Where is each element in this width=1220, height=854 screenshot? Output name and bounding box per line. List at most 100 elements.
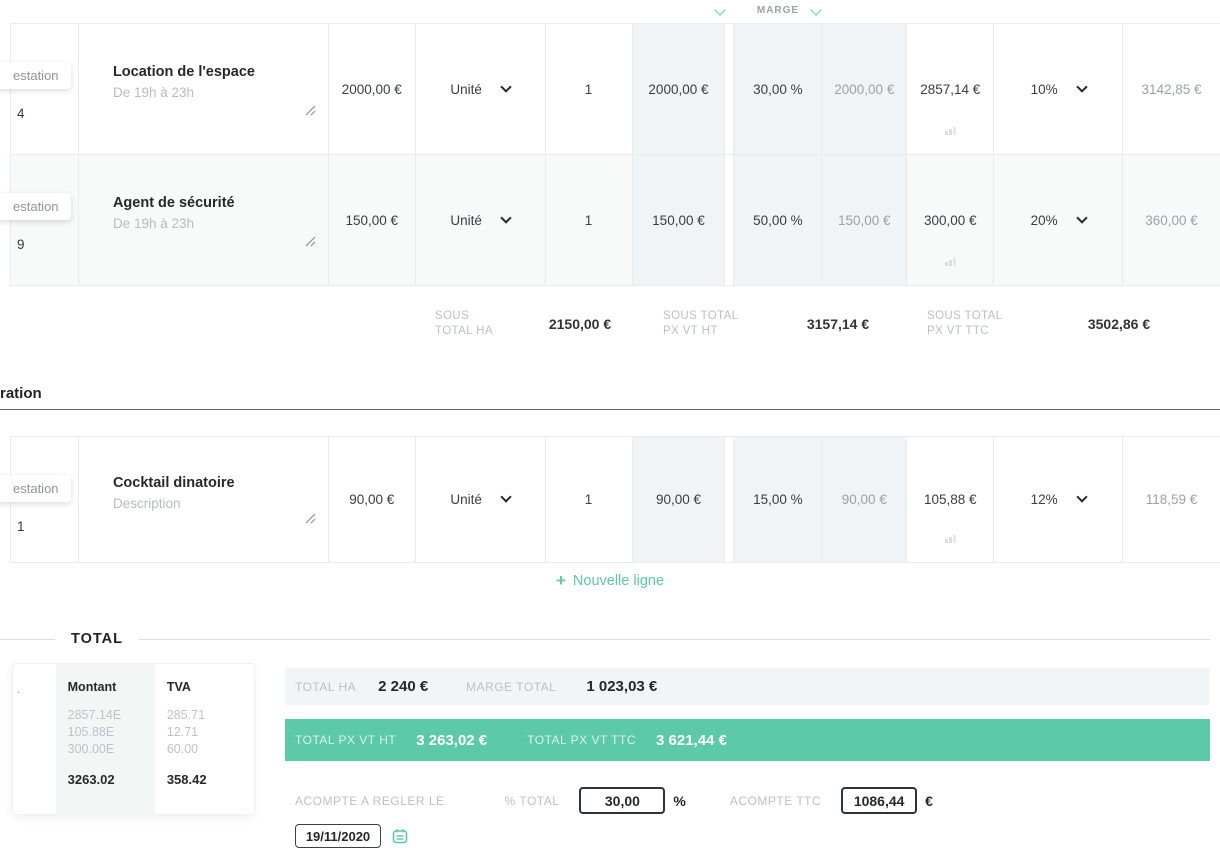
subtotal-px-vt-ttc-label: SOUS TOTAL PX VT TTC [927, 309, 1003, 337]
vat-card-corner: . [17, 682, 21, 696]
item-description[interactable]: De 19h à 23h [113, 85, 194, 100]
calendar-icon[interactable] [392, 828, 408, 844]
subtotal-row: SOUS TOTAL HA 2150,00 € SOUS TOTAL PX VT… [0, 286, 1220, 361]
total-px-vt-ttc-label: TOTAL PX VT TTC [527, 733, 637, 747]
px-vt-ht-cell[interactable]: 105,88 € [907, 437, 995, 562]
px-vt-ttc-cell: 3142,85 € [1141, 81, 1202, 97]
tva-value: 12% [1030, 492, 1058, 507]
total-px-vt-bar: TOTAL PX VT HT 3 263,02 € TOTAL PX VT TT… [285, 719, 1210, 761]
total-heading-label: TOTAL [71, 631, 123, 647]
description-cell[interactable]: Location de l'espace De 19h à 23h [79, 24, 329, 154]
quantity-cell[interactable]: 1 [546, 24, 633, 154]
items-table-group-2: estation 1 Cocktail dinatoire Descriptio… [0, 436, 1220, 563]
acompte-row: ACOMPTE A REGLER LE % TOTAL % ACOMPTE TT… [285, 787, 1210, 814]
total-ha-cell: 90,00 € [632, 437, 726, 562]
chevron-down-icon [500, 211, 512, 224]
vat-breakdown-card: . Montant 2857.14E 105.88E 300.00E 3263.… [12, 663, 255, 815]
pct-total-label: % TOTAL [504, 793, 560, 808]
chevron-down-icon [1075, 491, 1088, 503]
subtotal-px-vt-ht-value: 3157,14 € [806, 315, 870, 332]
total-px-vt-ht-value: 3 263,02 € [416, 731, 488, 749]
description-cell[interactable]: Agent de sécurité De 19h à 23h [79, 155, 329, 285]
price-ha-cell[interactable]: 2000,00 € [329, 24, 416, 154]
marge-cell[interactable]: 30,00 % [734, 24, 823, 154]
new-line-button[interactable]: + Nouvelle ligne [0, 572, 1220, 589]
unit-select[interactable]: Unité [416, 437, 546, 562]
plus-icon: + [555, 571, 566, 590]
prestation-cell: estation 1 [0, 437, 79, 562]
chevron-down-icon [500, 491, 512, 503]
divider-line [138, 638, 1210, 640]
unit-select[interactable]: Unité [416, 24, 546, 154]
tva-line: 12.71 [166, 725, 199, 739]
item-description[interactable]: Description [113, 496, 181, 511]
px-vt-ht-cell[interactable]: 300,00 € [907, 155, 995, 285]
description-cell[interactable]: Cocktail dinatoire Description [79, 437, 329, 562]
px-vt-ttc-cell: 118,59 € [1145, 492, 1198, 507]
mini-chart-icon [944, 531, 957, 546]
resize-handle-icon[interactable] [305, 234, 316, 247]
chevron-down-icon [500, 80, 512, 93]
prestation-type-select[interactable]: estation [0, 475, 71, 502]
resize-handle-icon[interactable] [305, 511, 316, 524]
px-vt-ht-value: 2857,14 € [920, 81, 981, 97]
marge-cell[interactable]: 15,00 % [734, 437, 823, 562]
total-ha-cell: 2000,00 € [632, 24, 726, 154]
table-row: estation 1 Cocktail dinatoire Descriptio… [0, 437, 1220, 563]
tva-total: 358.42 [166, 772, 207, 787]
item-title[interactable]: Location de l'espace [113, 64, 255, 80]
prestation-type-select[interactable]: estation [0, 62, 71, 89]
new-line-label: Nouvelle ligne [572, 572, 665, 589]
column-divider [725, 155, 735, 285]
total-ha-cell: 150,00 € [632, 155, 726, 285]
px-vt-ht-unit-cell: 150,00 € [822, 155, 908, 285]
sort-chevron-icon[interactable] [714, 4, 726, 16]
px-vt-ht-value: 300,00 € [923, 212, 977, 228]
pct-total-input[interactable] [579, 787, 666, 814]
px-vt-ht-cell[interactable]: 2857,14 € [907, 24, 995, 154]
table-header-strip: MARGE [0, 0, 1220, 23]
tva-select[interactable]: 20% [994, 155, 1124, 285]
acompte-ttc-label: ACOMPTE TTC [729, 793, 822, 808]
px-vt-ht-unit-cell: 90,00 € [822, 437, 908, 562]
acompte-ttc-input[interactable] [841, 787, 918, 814]
currency-unit: € [925, 792, 933, 809]
total-px-vt-ttc-value: 3 621,44 € [656, 731, 727, 749]
marge-cell[interactable]: 50,00 % [734, 155, 823, 285]
vat-tva-column: TVA 285.71 12.71 60.00 358.42 [155, 664, 254, 814]
prestation-number[interactable]: 9 [17, 237, 25, 252]
total-ha-bar: TOTAL HA 2 240 € MARGE TOTAL 1 023,03 € [285, 668, 1210, 705]
tva-header: TVA [166, 680, 191, 694]
prestation-type-select[interactable]: estation [0, 193, 71, 220]
px-vt-ht-value: 105,88 € [923, 492, 977, 507]
pct-unit: % [673, 792, 686, 809]
prestation-number[interactable]: 4 [17, 106, 25, 121]
subtotal-px-vt-ttc-value: 3502,86 € [1087, 315, 1151, 332]
tva-select[interactable]: 12% [994, 437, 1124, 562]
subtotal-ha-label: SOUS TOTAL HA [435, 309, 493, 337]
resize-handle-icon[interactable] [305, 103, 316, 116]
unit-select[interactable]: Unité [416, 155, 546, 285]
montant-line: 105.88E [67, 725, 115, 739]
quantity-cell[interactable]: 1 [546, 155, 633, 285]
marge-total-label: MARGE TOTAL [466, 679, 557, 694]
item-description[interactable]: De 19h à 23h [113, 216, 194, 231]
px-vt-ttc-cell: 360,00 € [1145, 212, 1198, 228]
marge-column-header: MARGE [756, 5, 800, 16]
totals-right: TOTAL HA 2 240 € MARGE TOTAL 1 023,03 € … [285, 668, 1210, 848]
items-table-group-1: estation 4 Location de l'espace De 19h à… [0, 23, 1220, 286]
price-ha-cell[interactable]: 150,00 € [329, 155, 416, 285]
item-title[interactable]: Cocktail dinatoire [113, 475, 235, 491]
px-vt-ht-unit-cell: 2000,00 € [822, 24, 908, 154]
tva-select[interactable]: 10% [994, 24, 1124, 154]
chevron-down-icon [1075, 211, 1088, 224]
item-title[interactable]: Agent de sécurité [113, 195, 235, 211]
acompte-date-input[interactable] [295, 824, 381, 848]
table-row: estation 9 Agent de sécurité De 19h à 23… [0, 155, 1220, 286]
table-row: estation 4 Location de l'espace De 19h à… [0, 24, 1220, 155]
tva-value: 20% [1030, 212, 1058, 228]
price-ha-cell[interactable]: 90,00 € [329, 437, 416, 562]
prestation-number[interactable]: 1 [17, 519, 25, 534]
acompte-label: ACOMPTE A REGLER LE [295, 793, 445, 808]
quantity-cell[interactable]: 1 [546, 437, 633, 562]
